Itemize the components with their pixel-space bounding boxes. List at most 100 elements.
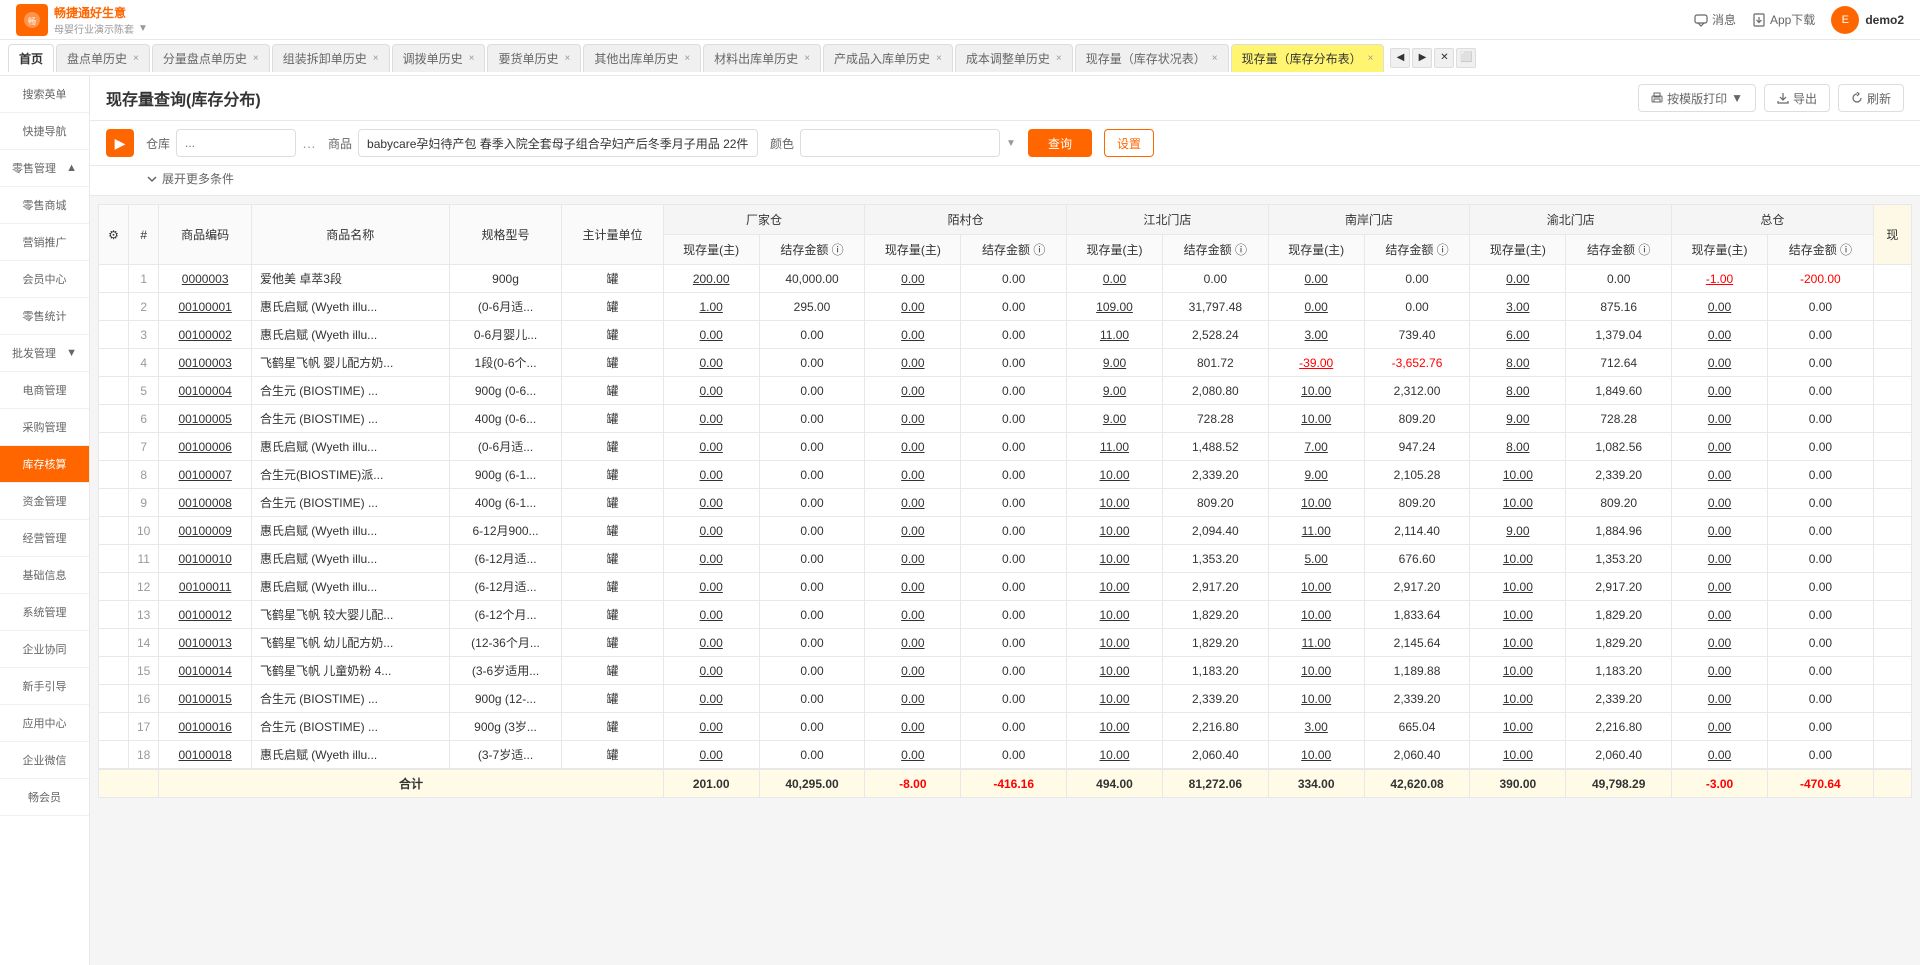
table-cell[interactable]: 0.00 [663,349,759,377]
table-cell[interactable]: 0.00 [1067,265,1163,293]
table-cell[interactable]: 0.00 [663,657,759,685]
table-cell[interactable]: 10.00 [1268,573,1364,601]
user-avatar[interactable]: E demo2 [1831,6,1904,34]
table-cell[interactable]: 00100004 [159,377,252,405]
table-cell[interactable]: 6.00 [1470,321,1566,349]
table-cell[interactable]: 0.00 [1672,461,1768,489]
tab-cost-adjustment[interactable]: 成本调整单历史 × [955,44,1073,72]
table-cell[interactable]: 0.00 [663,321,759,349]
table-cell[interactable]: 0.00 [1672,685,1768,713]
close-icon[interactable]: × [804,53,810,64]
table-cell[interactable]: 0.00 [865,741,961,770]
table-cell[interactable]: 1.00 [663,293,759,321]
sidebar-item-basic-info[interactable]: 基础信息 [0,557,89,594]
table-cell[interactable]: 0.00 [663,377,759,405]
table-cell[interactable]: 00100007 [159,461,252,489]
table-cell[interactable]: 10.00 [1268,685,1364,713]
close-icon[interactable]: × [469,53,475,64]
tab-requisition-history[interactable]: 要货单历史 × [487,44,581,72]
refresh-btn[interactable]: 刷新 [1838,84,1904,112]
table-cell[interactable]: 00100016 [159,713,252,741]
table-cell[interactable]: 0.00 [663,713,759,741]
close-icon[interactable]: × [373,53,379,64]
table-cell[interactable]: 0.00 [865,545,961,573]
table-cell[interactable]: 9.00 [1067,349,1163,377]
expand-conditions-btn[interactable]: 展开更多条件 [146,170,1904,187]
settings-btn[interactable]: 设置 [1104,129,1154,157]
table-cell[interactable]: 00100015 [159,685,252,713]
table-cell[interactable]: 0.00 [1672,657,1768,685]
table-cell[interactable]: 3.00 [1470,293,1566,321]
table-cell[interactable]: 0.00 [865,517,961,545]
table-cell[interactable]: 00100006 [159,433,252,461]
print-btn[interactable]: 按模版打印 ▼ [1638,84,1756,112]
table-cell[interactable]: 3.00 [1268,713,1364,741]
table-cell[interactable]: 0.00 [663,405,759,433]
table-cell[interactable]: 0.00 [663,433,759,461]
tab-other-outbound[interactable]: 其他出库单历史 × [583,44,701,72]
tab-transfer-history[interactable]: 调拨单历史 × [392,44,486,72]
table-cell[interactable]: 7.00 [1268,433,1364,461]
table-cell[interactable]: 00100001 [159,293,252,321]
goods-input[interactable] [358,129,758,157]
table-cell[interactable]: 11.00 [1067,433,1163,461]
table-cell[interactable]: 10.00 [1067,517,1163,545]
sidebar-item-app-center[interactable]: 应用中心 [0,705,89,742]
table-cell[interactable]: 10.00 [1268,377,1364,405]
close-icon[interactable]: × [1212,53,1218,64]
table-cell[interactable]: 9.00 [1470,517,1566,545]
table-cell[interactable]: 10.00 [1067,601,1163,629]
sidebar-item-purchasing[interactable]: 采购管理 [0,409,89,446]
table-cell[interactable]: 0.00 [1672,517,1768,545]
table-cell[interactable]: 11.00 [1268,629,1364,657]
table-cell[interactable]: 0.00 [1672,349,1768,377]
tab-prev-arrow[interactable]: ◀ [1390,48,1410,68]
table-cell[interactable]: 0000003 [159,265,252,293]
close-icon[interactable]: × [1056,53,1062,64]
table-cell[interactable]: 11.00 [1067,321,1163,349]
sidebar-item-retail-stats[interactable]: 零售统计 [0,298,89,335]
table-cell[interactable]: 00100005 [159,405,252,433]
table-cell[interactable]: 0.00 [663,489,759,517]
tab-next-arrow[interactable]: ▶ [1412,48,1432,68]
table-cell[interactable]: 0.00 [663,573,759,601]
close-icon[interactable]: × [133,53,139,64]
table-cell[interactable]: 0.00 [663,629,759,657]
table-cell[interactable]: 0.00 [865,321,961,349]
table-cell[interactable]: 10.00 [1067,545,1163,573]
table-cell[interactable]: 10.00 [1067,461,1163,489]
color-input[interactable] [800,129,1000,157]
table-cell[interactable]: 10.00 [1268,405,1364,433]
table-cell[interactable]: 10.00 [1470,713,1566,741]
close-icon[interactable]: × [564,53,570,64]
table-cell[interactable]: 0.00 [865,433,961,461]
table-cell[interactable]: 10.00 [1067,685,1163,713]
table-cell[interactable]: 0.00 [1672,293,1768,321]
table-cell[interactable]: 00100008 [159,489,252,517]
table-cell[interactable]: 00100013 [159,629,252,657]
table-cell[interactable]: 10.00 [1470,685,1566,713]
table-cell[interactable]: 8.00 [1470,349,1566,377]
tab-inventory-history[interactable]: 盘点单历史 × [56,44,150,72]
table-cell[interactable]: 0.00 [865,489,961,517]
table-cell[interactable]: 10.00 [1067,741,1163,770]
table-cell[interactable]: 0.00 [663,461,759,489]
table-cell[interactable]: 10.00 [1268,657,1364,685]
table-cell[interactable]: 0.00 [865,629,961,657]
table-cell[interactable]: 0.00 [1672,601,1768,629]
tab-partial-inventory[interactable]: 分量盘点单历史 × [152,44,270,72]
table-cell[interactable]: 0.00 [1672,713,1768,741]
table-cell[interactable]: 10.00 [1067,713,1163,741]
table-cell[interactable]: 0.00 [1672,377,1768,405]
tab-close-all[interactable]: ✕ [1434,48,1454,68]
table-cell[interactable]: 0.00 [663,741,759,770]
table-cell[interactable]: 0.00 [1470,265,1566,293]
table-cell[interactable]: 10.00 [1268,741,1364,770]
table-cell[interactable]: 200.00 [663,265,759,293]
sidebar-item-retail-mall[interactable]: 零售商城 [0,187,89,224]
table-cell[interactable]: 0.00 [865,405,961,433]
table-cell[interactable]: 0.00 [1268,293,1364,321]
table-cell[interactable]: 0.00 [1672,321,1768,349]
table-cell[interactable]: 0.00 [1672,489,1768,517]
tab-assembly-history[interactable]: 组装拆卸单历史 × [272,44,390,72]
